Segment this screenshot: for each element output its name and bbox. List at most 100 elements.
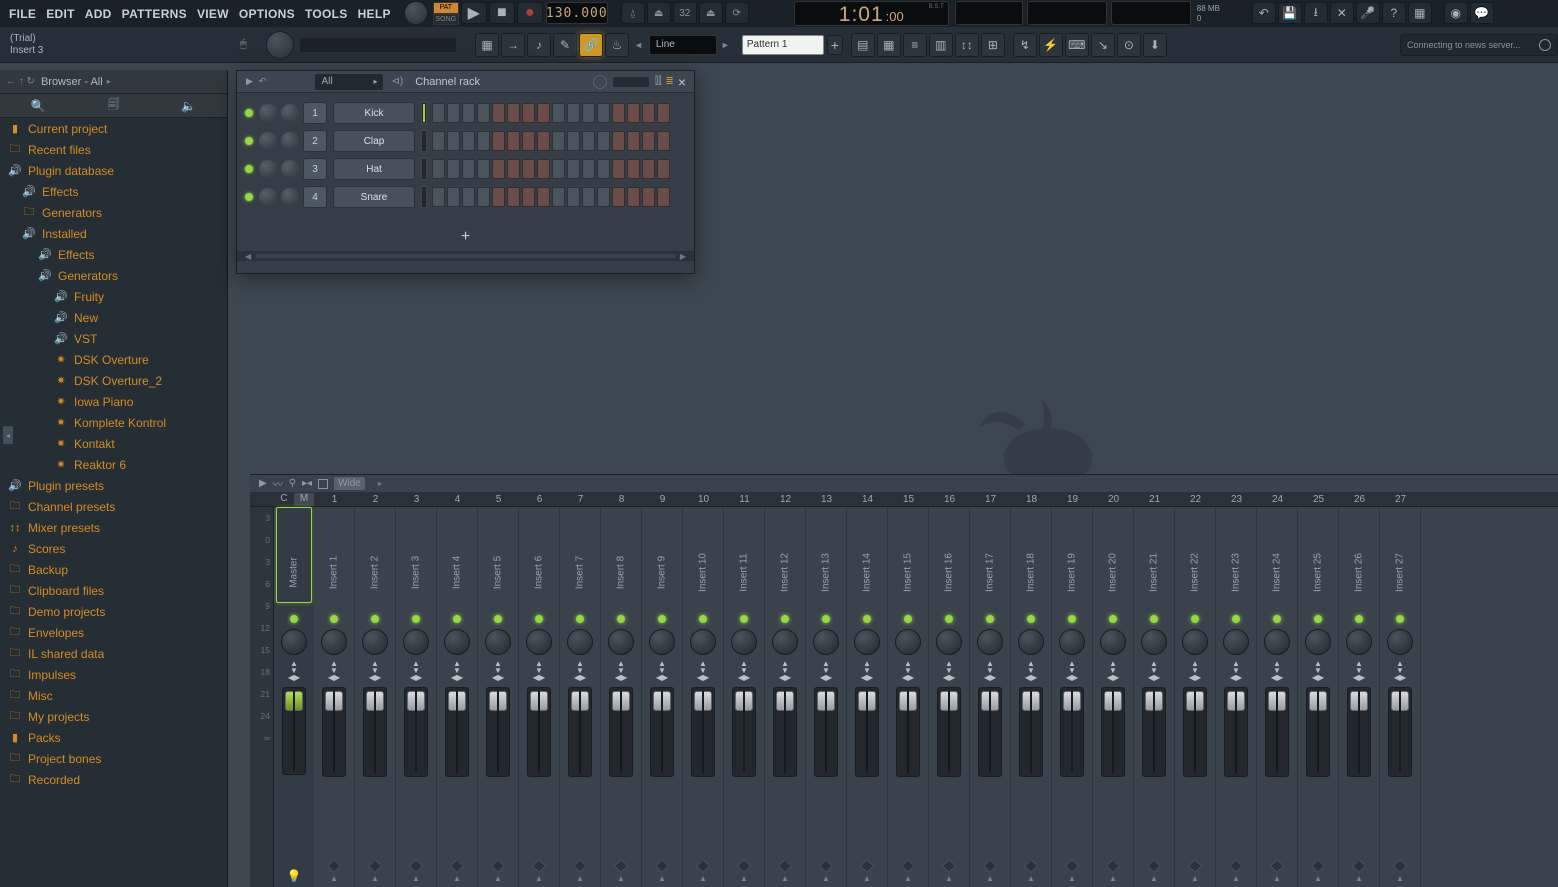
mixer-track[interactable]: Insert 9▲▼◀▶▲ [642, 507, 683, 887]
mixer-track[interactable]: Insert 17▲▼◀▶▲ [970, 507, 1011, 887]
tree-item[interactable]: 🗀Backup [0, 559, 227, 580]
track-enable-led[interactable] [1109, 615, 1117, 623]
tree-item[interactable]: ✷Iowa Piano [0, 391, 227, 412]
mx-flag-icon[interactable]: ▸◂ [302, 478, 312, 489]
browser-mute-icon[interactable]: 🔈 [181, 99, 196, 113]
mixer-header[interactable]: ▶ 〰 ⚲ ▸◂ Wide ▸ [250, 475, 1558, 493]
track-arrow-icon[interactable]: ▲ [863, 874, 871, 883]
track-pan-knob[interactable] [526, 629, 552, 655]
track-fader[interactable] [404, 687, 428, 777]
channel-select[interactable] [421, 130, 427, 152]
track-fader[interactable] [773, 687, 797, 777]
undo-icon[interactable]: ↶ [1252, 2, 1276, 24]
mixer-track[interactable]: Insert 25▲▼◀▶▲ [1298, 507, 1339, 887]
track-arrow-icon[interactable]: ▲ [494, 874, 502, 883]
mixer-track[interactable]: Insert 24▲▼◀▶▲ [1257, 507, 1298, 887]
step[interactable] [657, 187, 670, 207]
channel-number[interactable]: 4 [303, 186, 327, 208]
wait-input-icon[interactable]: ⏏ [647, 2, 671, 24]
step[interactable] [657, 103, 670, 123]
tree-item[interactable]: 🗀Demo projects [0, 601, 227, 622]
step[interactable] [537, 187, 550, 207]
step[interactable] [522, 187, 535, 207]
track-fader[interactable] [1183, 687, 1207, 777]
hint-knob[interactable] [266, 31, 294, 59]
cr-swing-knob[interactable] [593, 75, 607, 89]
track-fx-icon[interactable] [1147, 859, 1161, 873]
browser-search-icon[interactable]: 🔍 [31, 99, 46, 113]
tree-item[interactable]: 🔊Installed [0, 223, 227, 244]
snap-tri2-icon[interactable]: ► [721, 40, 730, 50]
step[interactable] [462, 159, 475, 179]
step[interactable] [597, 103, 610, 123]
mixer-track[interactable]: Insert 21▲▼◀▶▲ [1134, 507, 1175, 887]
track-stereo-sep[interactable]: ▲▼◀▶ [1271, 661, 1283, 681]
track-pan-knob[interactable] [1059, 629, 1085, 655]
mixer-track[interactable]: Insert 14▲▼◀▶▲ [847, 507, 888, 887]
tree-item[interactable]: ↕↕Mixer presets [0, 517, 227, 538]
tree-item[interactable]: 🔊Effects [0, 181, 227, 202]
step[interactable] [642, 131, 655, 151]
track-enable-led[interactable] [904, 615, 912, 623]
close-windows-icon[interactable]: ↯ [1013, 33, 1037, 57]
track-fader[interactable] [937, 687, 961, 777]
track-fx-icon[interactable] [696, 859, 710, 873]
track-pan-knob[interactable] [567, 629, 593, 655]
step[interactable] [552, 159, 565, 179]
mx-menu-icon[interactable]: ▶ [259, 478, 267, 489]
mixer-track[interactable]: Insert 12▲▼◀▶▲ [765, 507, 806, 887]
track-fader[interactable] [486, 687, 510, 777]
step[interactable] [432, 103, 445, 123]
mixer-track[interactable]: Insert 20▲▼◀▶▲ [1093, 507, 1134, 887]
track-arrow-icon[interactable]: ▲ [1355, 874, 1363, 883]
track-stereo-sep[interactable]: ▲▼◀▶ [492, 661, 504, 681]
track-fx-icon[interactable] [860, 859, 874, 873]
track-fx-icon[interactable] [1065, 859, 1079, 873]
track-fader[interactable] [363, 687, 387, 777]
channel-select[interactable] [421, 186, 427, 208]
menu-options[interactable]: OPTIONS [234, 7, 300, 21]
step[interactable] [447, 159, 460, 179]
track-stereo-sep[interactable]: ▲▼◀▶ [1107, 661, 1119, 681]
track-enable-led[interactable] [453, 615, 461, 623]
step[interactable] [612, 103, 625, 123]
mx-layout-select[interactable]: Wide [334, 477, 365, 490]
track-arrow-icon[interactable]: ▲ [699, 874, 707, 883]
tree-item[interactable]: ✷DSK Overture_2 [0, 370, 227, 391]
track-enable-led[interactable] [1355, 615, 1363, 623]
save-icon[interactable]: 💾 [1278, 2, 1302, 24]
tree-item[interactable]: 🗀Misc [0, 685, 227, 706]
step[interactable] [492, 131, 505, 151]
track-enable-led[interactable] [535, 615, 543, 623]
track-pan-knob[interactable] [772, 629, 798, 655]
browser-tree[interactable]: ▮Current project🗀Recent files🔊Plugin dat… [0, 118, 227, 887]
track-fader[interactable] [1224, 687, 1248, 777]
step[interactable] [642, 187, 655, 207]
channel-number[interactable]: 3 [303, 158, 327, 180]
stop-button[interactable]: ■ [489, 2, 515, 24]
track-fader[interactable] [814, 687, 838, 777]
track-enable-led[interactable] [412, 615, 420, 623]
step[interactable] [522, 159, 535, 179]
track-enable-led[interactable] [1314, 615, 1322, 623]
channel-vol-knob[interactable] [281, 132, 299, 150]
save2-icon[interactable]: ▦ [1408, 2, 1432, 24]
tree-item[interactable]: 🗀Channel presets [0, 496, 227, 517]
step[interactable] [492, 187, 505, 207]
tree-item[interactable]: 🔊Fruity [0, 286, 227, 307]
news-ticker[interactable]: Connecting to news server... [1400, 34, 1558, 56]
tool-link-icon[interactable]: 🔗 [579, 33, 603, 57]
mixer-track[interactable]: Insert 3▲▼◀▶▲ [396, 507, 437, 887]
menu-view[interactable]: VIEW [192, 7, 234, 21]
browser-collapse-grip[interactable]: ◂ [3, 426, 13, 444]
mixer-master-track[interactable]: Master ▲▼◀▶ 💡 [274, 507, 314, 887]
tree-item[interactable]: 🔊VST [0, 328, 227, 349]
tree-item[interactable]: ✷Kontakt [0, 433, 227, 454]
step[interactable] [627, 187, 640, 207]
step[interactable] [597, 159, 610, 179]
download-icon[interactable]: ⬇ [1143, 33, 1167, 57]
tree-item[interactable]: 🔊Generators [0, 265, 227, 286]
track-fx-icon[interactable] [409, 859, 423, 873]
track-stereo-sep[interactable]: ▲▼◀▶ [779, 661, 791, 681]
track-arrow-icon[interactable]: ▲ [412, 874, 420, 883]
